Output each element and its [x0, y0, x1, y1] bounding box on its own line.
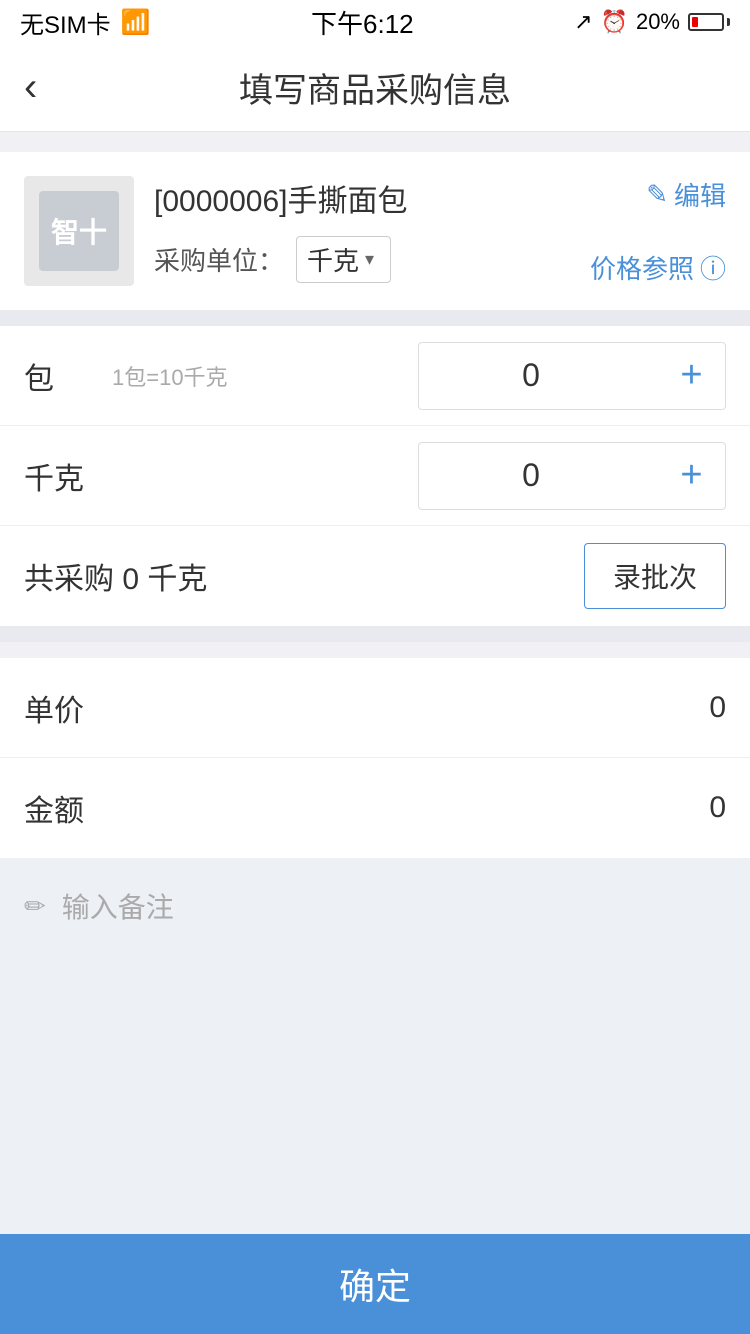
summary-text: 共采购 0 千克 — [24, 554, 207, 598]
remark-section[interactable]: ✏ 输入备注 — [0, 858, 750, 954]
status-time: 下午6:12 — [311, 4, 414, 41]
chevron-down-icon: ▾ — [365, 249, 374, 270]
battery-percent: 20% — [636, 9, 680, 35]
remark-placeholder: 输入备注 — [62, 886, 174, 926]
batch-button[interactable]: 录批次 — [584, 543, 726, 609]
status-right: ↗ ⏰ 20% — [574, 9, 730, 35]
edit-label: 编辑 — [674, 176, 726, 213]
product-thumbnail: 智十 — [24, 176, 134, 286]
product-id: [0000006] — [154, 185, 287, 218]
wifi-icon: 📶 — [121, 8, 151, 37]
confirm-button[interactable]: 确定 — [0, 1234, 750, 1334]
page-title: 填写商品采购信息 — [239, 63, 511, 112]
status-bar: 无SIM卡 📶 下午6:12 ↗ ⏰ 20% — [0, 0, 750, 44]
product-name: [0000006]手撕面包 — [154, 176, 726, 220]
summary-row: 共采购 0 千克 录批次 — [0, 526, 750, 626]
section-divider-1 — [0, 310, 750, 326]
bag-label: 包 — [24, 354, 104, 398]
edit-icon: ✎ — [646, 179, 668, 210]
battery-tip — [727, 18, 730, 26]
unit-label: 采购单位： — [154, 241, 284, 278]
bag-input[interactable] — [418, 342, 658, 410]
battery-body — [688, 13, 724, 31]
amount-value: 0 — [709, 791, 726, 825]
location-icon: ↗ — [574, 9, 592, 35]
help-icon: ⓘ — [700, 249, 726, 286]
nav-bar: ‹ 填写商品采购信息 — [0, 44, 750, 132]
unit-price-row: 单价 0 — [0, 658, 750, 758]
unit-price-value: 0 — [709, 691, 726, 725]
product-logo: 智十 — [39, 191, 119, 271]
price-reference-button[interactable]: 价格参照 ⓘ — [590, 249, 726, 286]
kg-field-wrapper: + — [104, 442, 726, 510]
kg-plus-button[interactable]: + — [658, 442, 726, 510]
product-card: 智十 [0000006]手撕面包 采购单位： 千克 ▾ ✎ 编辑 价格参照 ⓘ — [0, 152, 750, 310]
bag-plus-button[interactable]: + — [658, 342, 726, 410]
status-left: 无SIM卡 📶 — [20, 5, 151, 40]
alarm-icon: ⏰ — [601, 9, 628, 35]
bag-input-row: 包 1包=10千克 + — [0, 326, 750, 426]
amount-label: 金额 — [24, 786, 84, 830]
edit-button[interactable]: ✎ 编辑 — [646, 176, 726, 213]
kg-label: 千克 — [24, 454, 104, 498]
unit-price-label: 单价 — [24, 686, 84, 730]
amount-row: 金额 0 — [0, 758, 750, 858]
battery-icon — [688, 13, 730, 31]
bag-sublabel: 1包=10千克 — [112, 360, 228, 392]
input-section: 包 1包=10千克 + 千克 + — [0, 326, 750, 526]
unit-value: 千克 — [307, 241, 359, 278]
section-divider-2 — [0, 626, 750, 642]
pencil-icon: ✏ — [24, 891, 46, 922]
back-button[interactable]: ‹ — [24, 65, 57, 110]
kg-input-row: 千克 + — [0, 426, 750, 526]
carrier-text: 无SIM卡 — [20, 5, 111, 40]
content-space — [0, 954, 750, 1254]
price-section: 单价 0 金额 0 — [0, 658, 750, 858]
product-title: 手撕面包 — [287, 185, 407, 218]
unit-selector[interactable]: 千克 ▾ — [296, 236, 391, 283]
battery-fill — [692, 17, 698, 27]
bag-field-wrapper: + — [244, 342, 726, 410]
price-ref-label: 价格参照 — [590, 249, 694, 286]
kg-input[interactable] — [418, 442, 658, 510]
